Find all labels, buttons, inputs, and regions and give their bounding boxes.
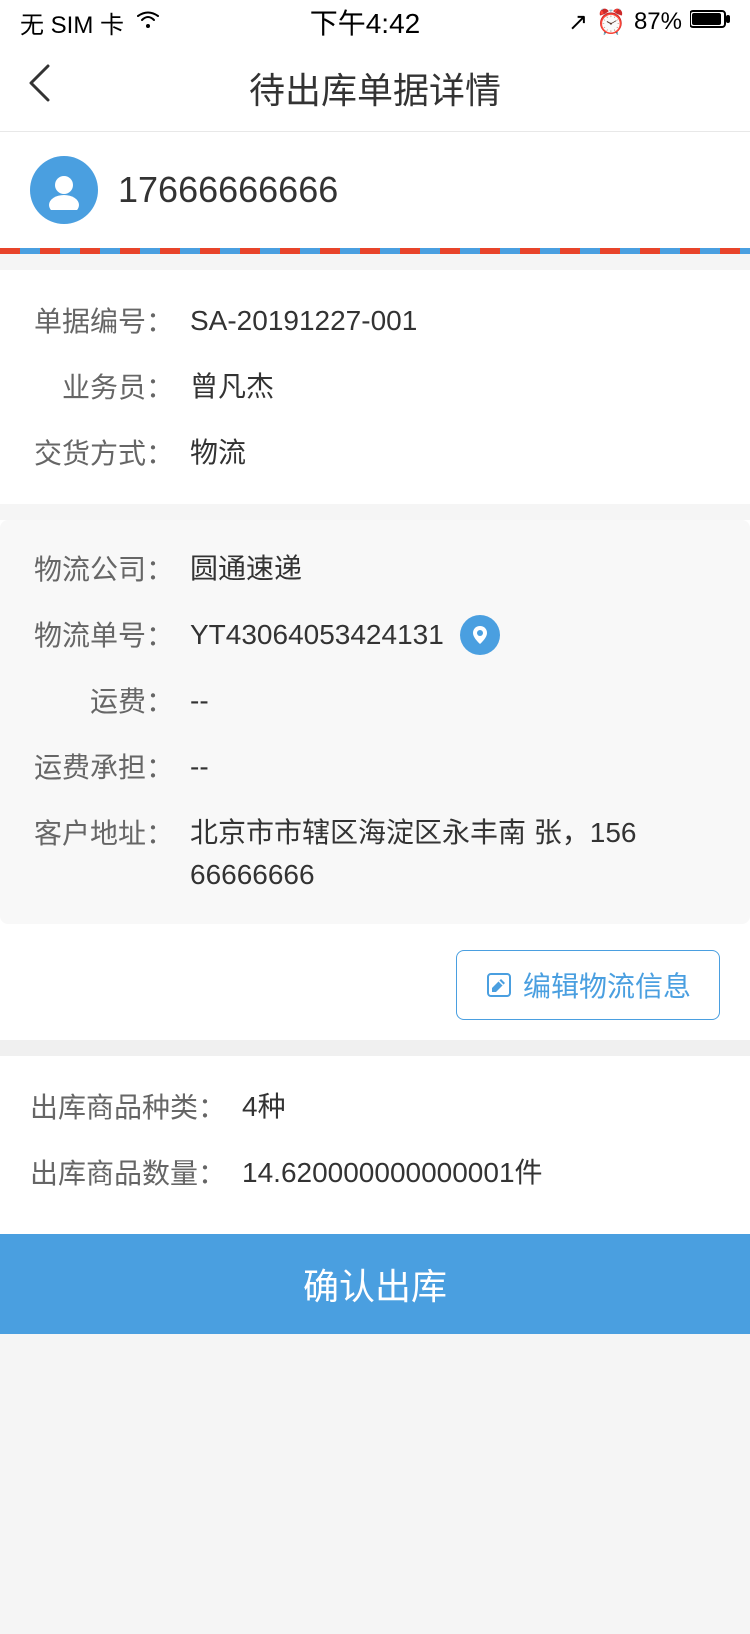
freight-value: -- xyxy=(190,680,720,722)
freight-bearer-row: 运费承担： -- xyxy=(30,746,720,788)
customer-header: 17666666666 xyxy=(0,132,750,248)
confirm-button-label: 确认出库 xyxy=(303,1258,447,1310)
confirm-button[interactable]: 确认出库 xyxy=(0,1234,750,1334)
goods-type-label: 出库商品种类： xyxy=(30,1086,242,1126)
freight-bearer-label: 运费承担： xyxy=(30,746,190,786)
goods-quantity-row: 出库商品数量： 14.620000000000001件 xyxy=(30,1152,720,1194)
tracking-no-value: YT43064053424131 xyxy=(190,614,444,656)
dashed-divider xyxy=(0,248,750,254)
document-no-row: 单据编号： SA-20191227-001 xyxy=(30,300,720,342)
address-value: 北京市市辖区海淀区永丰南 张，156 66666666 xyxy=(190,812,720,896)
edit-logistics-button[interactable]: 编辑物流信息 xyxy=(456,950,720,1020)
document-no-label: 单据编号： xyxy=(30,300,190,340)
basic-info-section: 单据编号： SA-20191227-001 业务员： 曾凡杰 交货方式： 物流 xyxy=(0,270,750,504)
status-bar: 无 SIM 卡 下午4:42 ↗ ⏰ 87% xyxy=(0,0,750,44)
address-label: 客户地址： xyxy=(30,812,190,852)
document-no-value: SA-20191227-001 xyxy=(190,300,720,342)
logistics-company-row: 物流公司： 圆通速递 xyxy=(30,548,720,590)
carrier-label: 无 SIM 卡 xyxy=(20,5,124,40)
edit-logistics-label: 编辑物流信息 xyxy=(523,965,691,1005)
goods-section: 出库商品种类： 4种 出库商品数量： 14.620000000000001件 xyxy=(0,1056,750,1224)
alarm-icon: ⏰ xyxy=(596,8,626,37)
goods-quantity-value: 14.620000000000001件 xyxy=(242,1152,720,1194)
page-title: 待出库单据详情 xyxy=(249,62,501,114)
logistics-company-label: 物流公司： xyxy=(30,548,190,588)
status-bar-time: 下午4:42 xyxy=(310,2,421,42)
delivery-method-row: 交货方式： 物流 xyxy=(30,432,720,474)
nav-bar: 待出库单据详情 xyxy=(0,44,750,132)
back-button[interactable] xyxy=(28,64,50,112)
freight-label: 运费： xyxy=(30,680,190,720)
wifi-icon xyxy=(134,8,162,36)
status-bar-right: ↗ ⏰ 87% xyxy=(568,8,730,37)
status-bar-left: 无 SIM 卡 xyxy=(20,5,162,40)
tracking-row: YT43064053424131 xyxy=(190,614,500,656)
delivery-method-label: 交货方式： xyxy=(30,432,190,472)
delivery-method-value: 物流 xyxy=(190,432,720,474)
separator xyxy=(0,1040,750,1056)
empty-space xyxy=(0,1334,750,1534)
avatar xyxy=(30,156,98,224)
edit-logistics-btn-container: 编辑物流信息 xyxy=(0,940,750,1040)
salesperson-value: 曾凡杰 xyxy=(190,366,720,408)
tracking-no-row: 物流单号： YT43064053424131 xyxy=(30,614,720,656)
tracking-location-icon[interactable] xyxy=(460,615,500,655)
goods-type-row: 出库商品种类： 4种 xyxy=(30,1086,720,1128)
battery-icon xyxy=(690,8,730,36)
salesperson-row: 业务员： 曾凡杰 xyxy=(30,366,720,408)
location-status-icon: ↗ xyxy=(568,8,588,37)
battery-label: 87% xyxy=(634,8,682,36)
freight-row: 运费： -- xyxy=(30,680,720,722)
edit-icon xyxy=(485,971,513,999)
address-row: 客户地址： 北京市市辖区海淀区永丰南 张，156 66666666 xyxy=(30,812,720,896)
logistics-company-value: 圆通速递 xyxy=(190,548,720,590)
goods-quantity-label: 出库商品数量： xyxy=(30,1152,242,1192)
customer-phone: 17666666666 xyxy=(118,169,338,211)
freight-bearer-value: -- xyxy=(190,746,720,788)
tracking-no-label: 物流单号： xyxy=(30,614,190,654)
goods-type-value: 4种 xyxy=(242,1086,720,1128)
salesperson-label: 业务员： xyxy=(30,366,190,406)
logistics-card: 物流公司： 圆通速递 物流单号： YT43064053424131 运费： xyxy=(0,520,750,924)
